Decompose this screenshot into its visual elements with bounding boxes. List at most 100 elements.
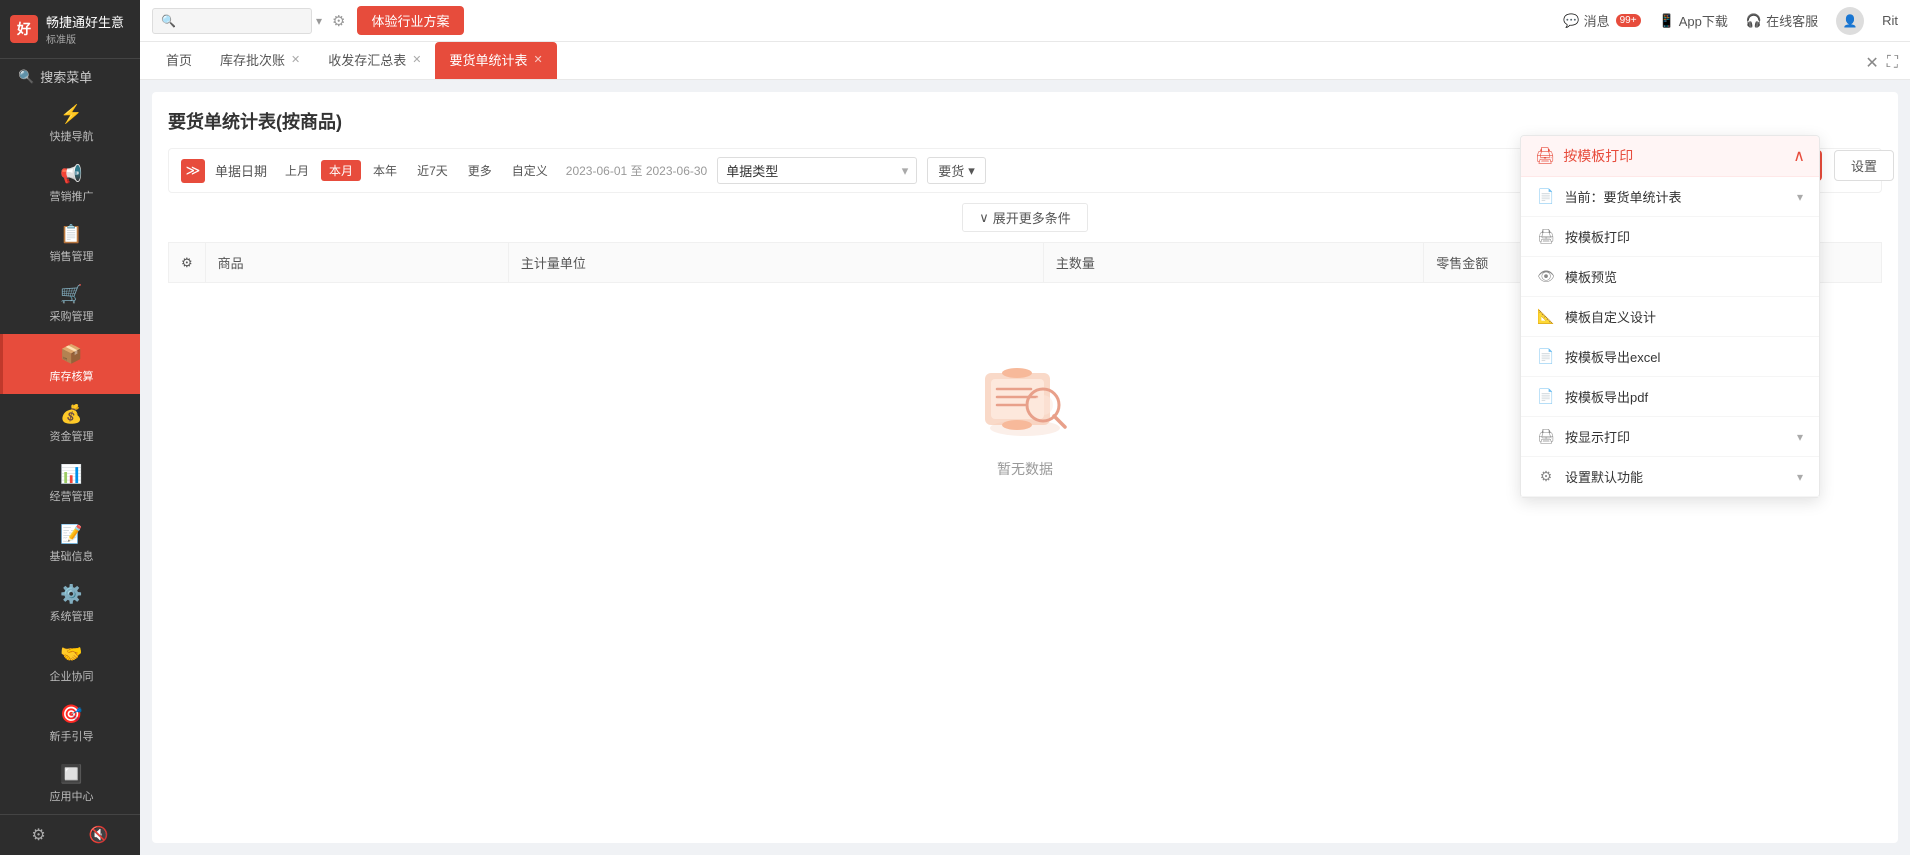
username: Rit	[1882, 13, 1898, 28]
current-template-arrow-icon: ▾	[1797, 190, 1803, 204]
template-design-label: 模板自定义设计	[1565, 307, 1656, 326]
tab-order-stats-close[interactable]: ✕	[534, 53, 543, 66]
dropdown-item-template-print[interactable]: 🖨 按模板打印	[1521, 217, 1819, 257]
topbar-right: 💬 消息 99+ 📱 App下载 🎧 在线客服 👤 Rit	[1563, 7, 1898, 35]
inventory-icon: 📦	[60, 344, 82, 365]
sidebar-item-operation[interactable]: 📊 经营管理	[0, 454, 140, 514]
template-print-icon: 🖨	[1537, 228, 1555, 245]
online-service-item[interactable]: 🎧 在线客服	[1746, 11, 1818, 30]
dropdown-item-template-preview[interactable]: 👁 模板预览	[1521, 257, 1819, 297]
sidebar-item-finance[interactable]: 💰 资金管理	[0, 394, 140, 454]
tabs-bar: 首页 库存批次账 ✕ 收发存汇总表 ✕ 要货单统计表 ✕ ✕ ⛶	[140, 42, 1910, 80]
dropdown-section-display-print[interactable]: 🖨 按显示打印 ▾	[1521, 417, 1819, 457]
tab-home[interactable]: 首页	[152, 42, 206, 79]
dropdown-item-template-pdf[interactable]: 📄 按模板导出pdf	[1521, 377, 1819, 417]
default-func-icon: ⚙	[1537, 468, 1555, 485]
current-template-item[interactable]: 📄 当前：要货单统计表 ▾	[1521, 177, 1819, 217]
purchase-icon: 🛒	[60, 284, 82, 305]
sidebar-footer: ⚙ 🔇	[0, 814, 140, 855]
dropdown-section-default-left: ⚙ 设置默认功能	[1537, 467, 1643, 486]
settings-footer-icon[interactable]: ⚙	[31, 825, 45, 845]
topbar-left: 🔍 ▾ ⚙ 体验行业方案	[152, 6, 1563, 35]
tab-receivable-summary-close[interactable]: ✕	[412, 53, 421, 66]
template-preview-label: 模板预览	[1565, 267, 1617, 286]
date-option-custom[interactable]: 自定义	[504, 160, 556, 181]
topbar-search-box[interactable]: 🔍	[152, 8, 312, 34]
tabs-actions: ✕ ⛶	[1865, 53, 1898, 79]
app-edition: 标准版	[46, 31, 124, 46]
tab-close-all-icon[interactable]: ✕	[1865, 53, 1878, 73]
sidebar-item-label: 资金管理	[50, 428, 94, 444]
sidebar: 好 畅捷通好生意 标准版 🔍 搜索菜单 ⚡ 快捷导航 📢 营销推广 📋 销售管理…	[0, 0, 140, 855]
sidebar-item-label: 基础信息	[50, 548, 94, 564]
sidebar-item-collab[interactable]: 🤝 企业协同	[0, 634, 140, 694]
date-option-this-month[interactable]: 本月	[321, 160, 361, 181]
avatar[interactable]: 👤	[1836, 7, 1864, 35]
display-print-arrow-icon: ▾	[1797, 430, 1803, 444]
tab-order-stats-label: 要货单统计表	[449, 50, 527, 69]
dropdown-printer-icon: 🖨	[1535, 146, 1555, 166]
guide-icon: 🎯	[60, 704, 82, 725]
topbar-search-icon: 🔍	[161, 14, 176, 28]
table-settings-col[interactable]: ⚙	[169, 243, 206, 283]
dropdown-section-default-func[interactable]: ⚙ 设置默认功能 ▾	[1521, 457, 1819, 497]
basic-icon: 📝	[60, 524, 82, 545]
filter-expand-button[interactable]: ≫	[181, 159, 205, 183]
dropdown-close-button[interactable]: ∧	[1793, 146, 1805, 166]
display-print-label: 按显示打印	[1565, 427, 1630, 446]
dropdown-item-template-design[interactable]: 📐 模板自定义设计	[1521, 297, 1819, 337]
dropdown-section-display-left: 🖨 按显示打印	[1537, 427, 1630, 446]
tab-receivable-summary[interactable]: 收发存汇总表 ✕	[314, 42, 435, 79]
tab-inventory-batch[interactable]: 库存批次账 ✕	[206, 42, 314, 79]
dropdown-item-template-excel[interactable]: 📄 按模板导出excel	[1521, 337, 1819, 377]
topbar: 🔍 ▾ ⚙ 体验行业方案 💬 消息 99+ 📱 App下载 🎧 在线客服 👤 R…	[140, 0, 1910, 42]
app-logo: 好 畅捷通好生意 标准版	[0, 0, 140, 59]
dropdown-title: 🖨 按模板打印	[1535, 146, 1633, 166]
date-option-more[interactable]: 更多	[460, 160, 500, 181]
tab-inventory-batch-close[interactable]: ✕	[291, 53, 300, 66]
message-item[interactable]: 💬 消息 99+	[1563, 11, 1640, 30]
tab-order-stats[interactable]: 要货单统计表 ✕	[435, 42, 556, 79]
empty-text: 暂无数据	[997, 459, 1053, 479]
expand-more-arrow-icon: ▾	[968, 163, 975, 179]
sidebar-nav: ⚡ 快捷导航 📢 营销推广 📋 销售管理 🛒 采购管理 📦 库存核算 💰 资金管…	[0, 94, 140, 814]
sidebar-item-marketing[interactable]: 📢 营销推广	[0, 154, 140, 214]
sidebar-item-quick-nav[interactable]: ⚡ 快捷导航	[0, 94, 140, 154]
print-dropdown-popup: 🖨 按模板打印 ∧ 📄 当前：要货单统计表 ▾ 🖨 按模板打印 👁 模板预览 📐…	[1520, 135, 1820, 498]
template-design-icon: 📐	[1537, 308, 1555, 325]
date-option-last-month[interactable]: 上月	[277, 160, 317, 181]
sidebar-item-basic[interactable]: 📝 基础信息	[0, 514, 140, 574]
settings-button[interactable]: 设置	[1834, 150, 1894, 181]
date-option-7days[interactable]: 近7天	[409, 160, 456, 181]
topbar-gear-icon[interactable]: ⚙	[332, 12, 345, 30]
topbar-dropdown-arrow[interactable]: ▾	[316, 14, 322, 28]
tab-inventory-batch-label: 库存批次账	[220, 50, 285, 69]
sidebar-item-purchase[interactable]: 🛒 采购管理	[0, 274, 140, 334]
table-settings-icon: ⚙	[181, 255, 193, 270]
sidebar-item-label: 快捷导航	[50, 128, 94, 144]
sound-footer-icon[interactable]: 🔇	[89, 825, 109, 845]
sidebar-item-system[interactable]: ⚙️ 系统管理	[0, 574, 140, 634]
current-template-label: 当前：要货单统计表	[1564, 187, 1681, 206]
sidebar-item-label: 销售管理	[50, 248, 94, 264]
sidebar-item-guide[interactable]: 🎯 新手引导	[0, 694, 140, 754]
filter-type-select[interactable]: 单据类型 ▾	[717, 157, 917, 184]
date-options: 上月 本月 本年 近7天 更多 自定义	[277, 160, 556, 181]
tab-maximize-icon[interactable]: ⛶	[1887, 54, 1898, 72]
appstore-icon: 🔲	[60, 764, 82, 785]
sidebar-item-sales[interactable]: 📋 销售管理	[0, 214, 140, 274]
sidebar-item-appstore[interactable]: 🔲 应用中心	[0, 754, 140, 814]
date-option-this-year[interactable]: 本年	[365, 160, 405, 181]
expand-more-button[interactable]: ∨ 展开更多条件	[962, 203, 1088, 232]
display-print-icon: 🖨	[1537, 428, 1555, 445]
logo-text: 畅捷通好生意 标准版	[46, 12, 124, 46]
filter-more-button[interactable]: 要货 ▾	[927, 157, 986, 184]
trial-button[interactable]: 体验行业方案	[357, 6, 463, 35]
sidebar-search[interactable]: 🔍 搜索菜单	[0, 59, 140, 94]
table-header-quantity: 主数量	[1043, 243, 1423, 283]
finance-icon: 💰	[60, 404, 82, 425]
template-excel-label: 按模板导出excel	[1565, 347, 1660, 366]
app-download-item[interactable]: 📱 App下载	[1659, 11, 1728, 30]
sidebar-item-label: 经营管理	[50, 488, 94, 504]
sidebar-item-inventory[interactable]: 📦 库存核算	[0, 334, 140, 394]
